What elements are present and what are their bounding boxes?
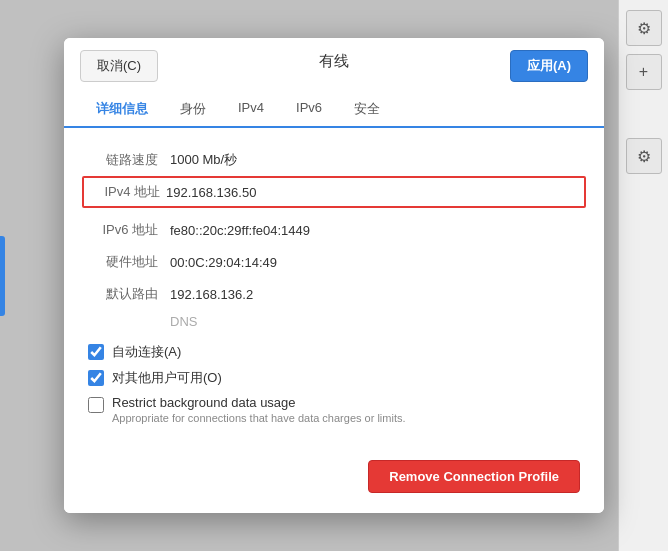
sidebar-gear-btn-top[interactable]: ⚙ (626, 10, 662, 46)
mac-label: 硬件地址 (88, 253, 158, 271)
other-users-checkbox[interactable] (88, 370, 104, 386)
mac-value: 00:0C:29:04:14:49 (170, 255, 277, 270)
plus-icon-top: + (639, 63, 648, 81)
ipv4-label: IPv4 地址 (90, 183, 160, 201)
restrict-checkbox[interactable] (88, 397, 104, 413)
cancel-button[interactable]: 取消(C) (80, 50, 158, 82)
ipv6-label: IPv6 地址 (88, 221, 158, 239)
ipv4-value: 192.168.136.50 (166, 185, 256, 200)
remove-connection-button[interactable]: Remove Connection Profile (368, 460, 580, 493)
gear-icon-top: ⚙ (637, 19, 651, 38)
tab-identity[interactable]: 身份 (164, 92, 222, 128)
mac-row: 硬件地址 00:0C:29:04:14:49 (88, 246, 580, 278)
gateway-label: 默认路由 (88, 285, 158, 303)
ipv4-row: IPv4 地址 192.168.136.50 (82, 176, 586, 208)
tab-ipv6[interactable]: IPv6 (280, 92, 338, 128)
restrict-title: Restrict background data usage (112, 395, 406, 410)
other-users-label: 对其他用户可用(O) (112, 369, 222, 387)
sidebar-panel: ⚙ + ⚙ (618, 0, 668, 551)
restrict-row: Restrict background data usage Appropria… (88, 395, 580, 424)
auto-connect-checkbox[interactable] (88, 344, 104, 360)
link-speed-label: 链路速度 (88, 151, 158, 169)
sidebar-gear-btn-bottom[interactable]: ⚙ (626, 138, 662, 174)
auto-connect-row: 自动连接(A) (88, 343, 580, 361)
dialog-wired: 取消(C) 有线 应用(A) 详细信息 身份 IPv4 IPv6 安全 链路速度… (64, 38, 604, 513)
tab-ipv4[interactable]: IPv4 (222, 92, 280, 128)
dialog-title: 有线 (319, 52, 349, 71)
dns-label: DNS (88, 310, 580, 333)
auto-connect-label: 自动连接(A) (112, 343, 181, 361)
gateway-row: 默认路由 192.168.136.2 (88, 278, 580, 310)
other-users-row: 对其他用户可用(O) (88, 369, 580, 387)
gear-icon-bottom: ⚙ (637, 147, 651, 166)
dialog-header: 取消(C) 有线 应用(A) (64, 38, 604, 82)
restrict-text: Restrict background data usage Appropria… (112, 395, 406, 424)
link-speed-row: 链路速度 1000 Mb/秒 (88, 144, 580, 176)
ipv6-row: IPv6 地址 fe80::20c:29ff:fe04:1449 (88, 214, 580, 246)
blue-accent-bar (0, 236, 5, 316)
gateway-value: 192.168.136.2 (170, 287, 253, 302)
sidebar-plus-btn-top[interactable]: + (626, 54, 662, 90)
tab-security[interactable]: 安全 (338, 92, 396, 128)
restrict-section: Restrict background data usage Appropria… (88, 395, 580, 424)
link-speed-value: 1000 Mb/秒 (170, 151, 237, 169)
dialog-footer: Remove Connection Profile (64, 448, 604, 513)
tab-details[interactable]: 详细信息 (80, 92, 164, 128)
tab-bar: 详细信息 身份 IPv4 IPv6 安全 (64, 92, 604, 128)
restrict-desc: Appropriate for connections that have da… (112, 412, 406, 424)
dialog-body: 链路速度 1000 Mb/秒 IPv4 地址 192.168.136.50 IP… (64, 128, 604, 448)
ipv6-value: fe80::20c:29ff:fe04:1449 (170, 223, 310, 238)
apply-button[interactable]: 应用(A) (510, 50, 588, 82)
